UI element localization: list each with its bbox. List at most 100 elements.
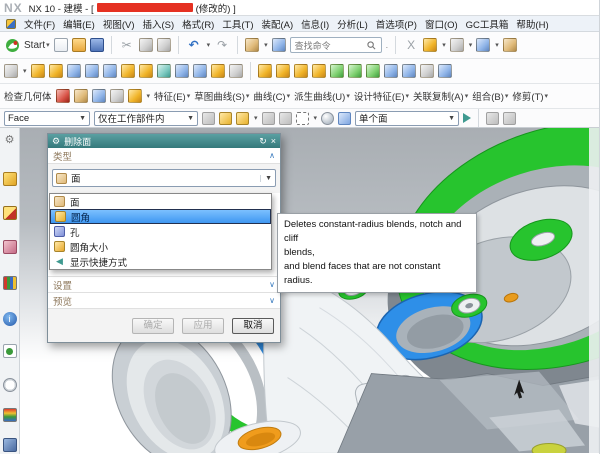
- selection-scope-combo[interactable]: 仅在工作部件内▼: [94, 111, 198, 126]
- menu-edit[interactable]: 编辑(E): [63, 17, 95, 31]
- hatch-lines-icon[interactable]: [128, 89, 142, 103]
- undo-chevron-icon[interactable]: ▾: [207, 41, 211, 49]
- pattern-feature-icon[interactable]: [294, 64, 308, 78]
- snap-point-alt-icon[interactable]: [236, 112, 249, 125]
- window-partial-icon[interactable]: [503, 38, 517, 52]
- boss-icon[interactable]: [139, 64, 153, 78]
- check-geometry-label[interactable]: 检查几何体: [4, 89, 52, 103]
- redo-icon[interactable]: ↷: [214, 37, 230, 53]
- menu-help[interactable]: 帮助(H): [516, 17, 548, 31]
- apply-button[interactable]: 应用: [182, 318, 224, 334]
- patch-icon[interactable]: [402, 64, 416, 78]
- intersect-icon[interactable]: [366, 64, 380, 78]
- unite-icon[interactable]: [330, 64, 344, 78]
- popup-item-blend[interactable]: 圆角: [50, 209, 271, 224]
- group-feature[interactable]: 特征(E)▾: [154, 89, 190, 103]
- collapse-chevron-icon[interactable]: ∧: [269, 151, 275, 160]
- menu-gc-toolbox[interactable]: GC工具箱: [466, 17, 509, 31]
- deviation-icon[interactable]: [74, 89, 88, 103]
- settings-group-header[interactable]: 设置 ∨: [48, 277, 280, 293]
- ok-button[interactable]: 确定: [132, 318, 174, 334]
- show-hide-icon[interactable]: [450, 38, 464, 52]
- dialog-close-icon[interactable]: ×: [271, 137, 276, 146]
- group-curve[interactable]: 曲线(C)▾: [253, 89, 290, 103]
- hole-icon[interactable]: [121, 64, 135, 78]
- command-search-box[interactable]: [290, 37, 382, 53]
- app-menu-icon[interactable]: [6, 19, 16, 29]
- move-handle-icon[interactable]: [486, 112, 499, 125]
- pad-icon[interactable]: [175, 64, 189, 78]
- constraint-navigator-icon[interactable]: [3, 206, 17, 220]
- popup-item-blend-size[interactable]: 圆角大小: [50, 239, 271, 254]
- dialog-reset-icon[interactable]: ↻: [259, 137, 267, 146]
- offset-face-icon[interactable]: [420, 64, 434, 78]
- command-finder-icon[interactable]: [245, 38, 259, 52]
- fit-view-icon[interactable]: [423, 38, 437, 52]
- mirror-feature-icon[interactable]: [312, 64, 326, 78]
- toolbar-options-dot[interactable]: .: [386, 40, 389, 50]
- popup-item-face[interactable]: 面: [50, 194, 271, 209]
- deselect-icon[interactable]: [279, 112, 292, 125]
- new-file-icon[interactable]: [54, 38, 68, 52]
- paste-icon[interactable]: [157, 38, 171, 52]
- trim-body-icon[interactable]: [438, 64, 452, 78]
- thread-icon[interactable]: [193, 64, 207, 78]
- reuse-library-icon[interactable]: [3, 276, 17, 290]
- snap-point-icon[interactable]: [219, 112, 232, 125]
- roles-palette-icon[interactable]: [3, 408, 17, 422]
- start-button[interactable]: Start▾: [24, 40, 50, 51]
- group-combine[interactable]: 组合(B)▾: [472, 89, 508, 103]
- dialog-title-bar[interactable]: ⚙ 删除面 ↻ ×: [48, 134, 280, 148]
- system-materials-icon[interactable]: [3, 438, 17, 452]
- apply-filter-arrow-icon[interactable]: [463, 113, 471, 123]
- highlight-related-icon[interactable]: [202, 112, 215, 125]
- subtract-icon[interactable]: [348, 64, 362, 78]
- gear-icon[interactable]: ⚙: [3, 132, 17, 146]
- display-part-icon[interactable]: [272, 38, 286, 52]
- datum-csys-icon[interactable]: [258, 64, 272, 78]
- menu-format[interactable]: 格式(R): [182, 17, 214, 31]
- group-design-feature[interactable]: 设计特征(E)▾: [354, 89, 409, 103]
- history-clock-icon[interactable]: [3, 378, 17, 392]
- expand-chevron-icon[interactable]: ∨: [269, 280, 275, 289]
- menu-view[interactable]: 视图(V): [103, 17, 135, 31]
- type-filter-combo[interactable]: Face▼: [4, 111, 90, 126]
- rib-icon[interactable]: [229, 64, 243, 78]
- cancel-button[interactable]: 取消: [232, 318, 274, 334]
- popup-item-hole[interactable]: 孔: [50, 224, 271, 239]
- menu-tools[interactable]: 工具(T): [222, 17, 253, 31]
- menu-analysis[interactable]: 分析(L): [337, 17, 368, 31]
- measure-icon[interactable]: [92, 89, 106, 103]
- preview-group-header[interactable]: 预览 ∨: [48, 293, 280, 309]
- cut-icon[interactable]: ✂: [119, 37, 135, 53]
- extrude-icon[interactable]: [31, 64, 45, 78]
- graphics-window[interactable]: ⚙ 删除面 ↻ × 类型 ∧ 面 ▼: [20, 128, 599, 454]
- menu-window[interactable]: 窗口(O): [425, 17, 458, 31]
- rendering-style-icon[interactable]: [476, 38, 490, 52]
- group-derived-curve[interactable]: 派生曲线(U)▾: [294, 89, 350, 103]
- part-navigator-icon[interactable]: [3, 240, 17, 254]
- orient-view-icon[interactable]: X: [403, 37, 419, 53]
- cylinder-icon[interactable]: [85, 64, 99, 78]
- menu-information[interactable]: 信息(I): [301, 17, 329, 31]
- sphere-select-icon[interactable]: [321, 112, 334, 125]
- type-group-header[interactable]: 类型 ∧: [48, 148, 280, 164]
- menu-preferences[interactable]: 首选项(P): [376, 17, 417, 31]
- sew-icon[interactable]: [384, 64, 398, 78]
- sketch-icon[interactable]: [4, 64, 18, 78]
- shell-icon[interactable]: [211, 64, 225, 78]
- web-browser-icon[interactable]: i: [3, 312, 17, 326]
- group-associative-copy[interactable]: 关联复制(A)▾: [413, 89, 468, 103]
- group-trim[interactable]: 修剪(T)▾: [512, 89, 548, 103]
- rotate-handle-icon[interactable]: [503, 112, 516, 125]
- assembly-navigator-icon[interactable]: [3, 172, 17, 186]
- menu-file[interactable]: 文件(F): [24, 17, 55, 31]
- cone-icon[interactable]: [103, 64, 117, 78]
- revolve-icon[interactable]: [49, 64, 63, 78]
- face-rule-combo[interactable]: 单个面▼: [355, 111, 459, 126]
- ruler-icon[interactable]: [110, 89, 124, 103]
- group-sketch-curve[interactable]: 草图曲线(S)▾: [194, 89, 249, 103]
- menu-insert[interactable]: 插入(S): [142, 17, 174, 31]
- search-input[interactable]: [295, 40, 367, 50]
- nx-start-logo-icon[interactable]: [4, 37, 20, 53]
